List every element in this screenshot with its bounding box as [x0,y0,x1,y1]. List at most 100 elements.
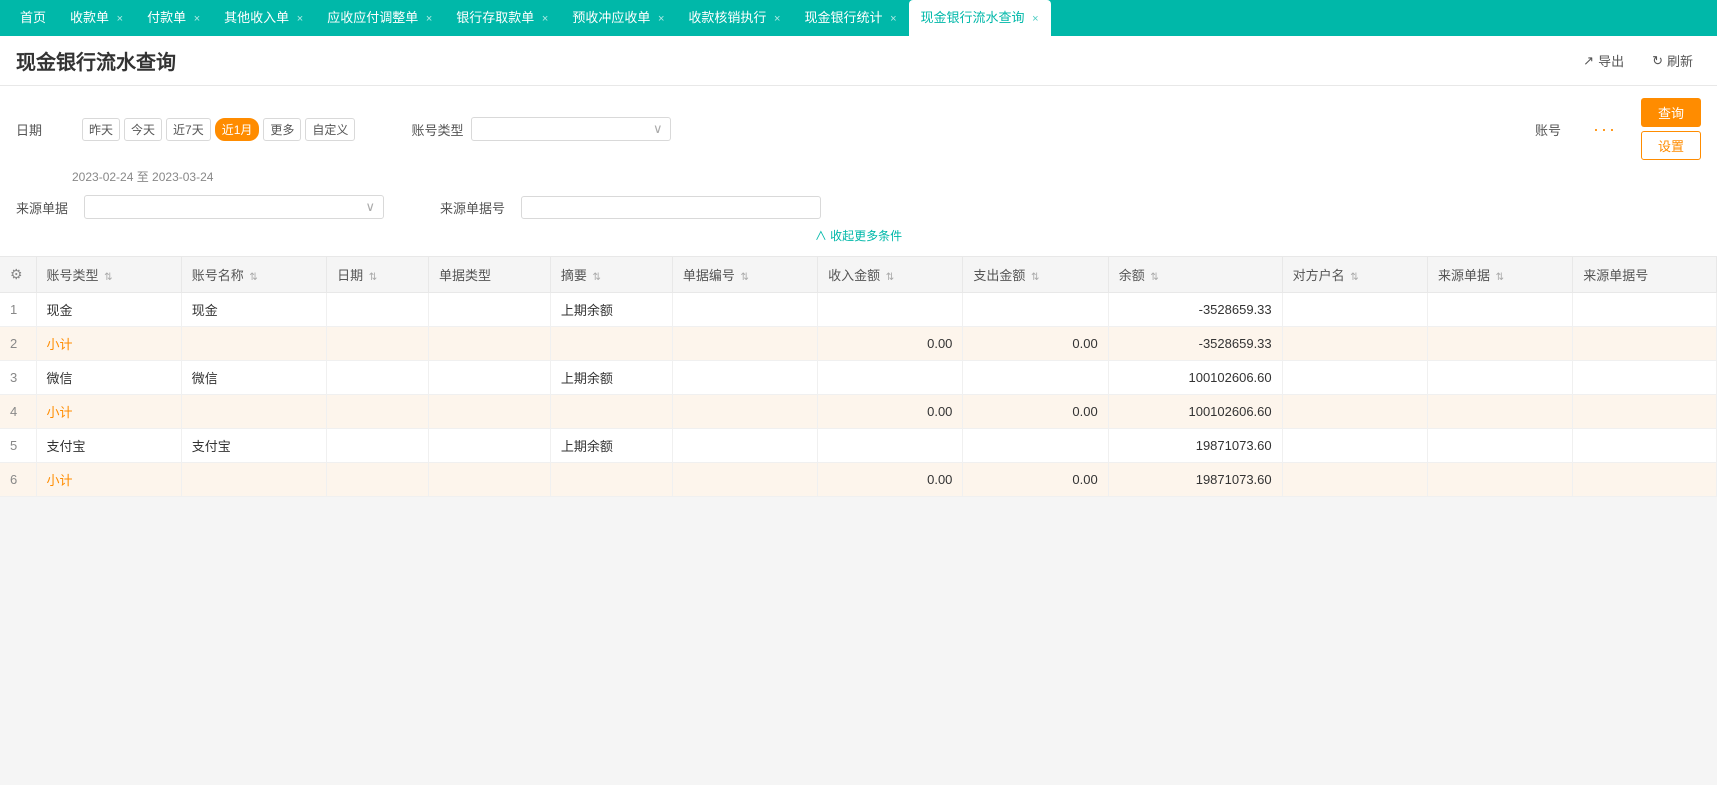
cell-income: 0.00 [818,463,963,497]
cell-doc-type [428,395,550,429]
close-icon[interactable]: × [774,13,780,25]
cell-date [327,327,429,361]
th-source-doc[interactable]: 来源单据 ⇅ [1427,257,1572,293]
nav-payment[interactable]: 付款单 × [135,0,212,36]
cell-balance: 19871073.60 [1108,463,1282,497]
chevron-down-icon: ∨ [653,121,663,137]
source-doc-no-input[interactable] [521,196,821,219]
nav-cash-bank-stats[interactable]: 现金银行统计 × [792,0,908,36]
cell-income [818,361,963,395]
cell-income: 0.00 [818,395,963,429]
close-icon[interactable]: × [194,13,200,25]
cell-account-type: 支付宝 [36,429,181,463]
th-gear[interactable]: ⚙ [0,257,36,293]
cell-source-doc [1427,327,1572,361]
source-doc-no-label: 来源单据号 [440,198,505,217]
cell-source-doc [1427,395,1572,429]
cell-date [327,463,429,497]
gear-icon[interactable]: ⚙ [10,266,23,282]
source-doc-label: 来源单据 [16,198,68,217]
close-icon[interactable]: × [890,13,896,25]
nav-receipt[interactable]: 收款单 × [58,0,135,36]
cell-row-num: 2 [0,327,36,361]
nav-bank-deposit[interactable]: 银行存取款单 × [444,0,560,36]
cell-doc-no [672,429,817,463]
account-more-btn[interactable]: ··· [1593,119,1617,140]
refresh-button[interactable]: ↻ 刷新 [1644,47,1701,74]
table-row[interactable]: 3微信微信上期余额100102606.60 [0,361,1717,395]
collapse-bar: ∧ 收起更多条件 [16,227,1701,244]
data-table-container: ⚙ 账号类型 ⇅ 账号名称 ⇅ 日期 ⇅ 单据类型 摘要 ⇅ 单据编号 ⇅ 收入… [0,257,1717,497]
close-icon[interactable]: × [117,13,123,25]
th-balance[interactable]: 余额 ⇅ [1108,257,1282,293]
cell-balance: 19871073.60 [1108,429,1282,463]
th-income[interactable]: 收入金额 ⇅ [818,257,963,293]
close-icon[interactable]: × [297,13,303,25]
th-account-type[interactable]: 账号类型 ⇅ [36,257,181,293]
th-counterpart[interactable]: 对方户名 ⇅ [1282,257,1427,293]
cell-source-doc [1427,293,1572,327]
cell-counterpart [1282,293,1427,327]
date-btn-today[interactable]: 今天 [124,118,162,141]
cell-counterpart [1282,361,1427,395]
query-button[interactable]: 查询 [1641,98,1701,127]
date-btn-yesterday[interactable]: 昨天 [82,118,120,141]
nav-adjustment[interactable]: 应收应付调整单 × [315,0,444,36]
cell-expense: 0.00 [963,327,1108,361]
export-icon: ↗ [1583,53,1594,69]
table-header-row: ⚙ 账号类型 ⇅ 账号名称 ⇅ 日期 ⇅ 单据类型 摘要 ⇅ 单据编号 ⇅ 收入… [0,257,1717,293]
settings-button[interactable]: 设置 [1641,131,1701,160]
page-title: 现金银行流水查询 [16,46,176,75]
th-account-name[interactable]: 账号名称 ⇅ [181,257,326,293]
close-icon[interactable]: × [426,13,432,25]
close-icon[interactable]: × [658,13,664,25]
table-row[interactable]: 6小计0.000.0019871073.60 [0,463,1717,497]
cell-account-type: 微信 [36,361,181,395]
nav-cash-bank-flow[interactable]: 现金银行流水查询 × [909,0,1051,36]
table-row[interactable]: 5支付宝支付宝上期余额19871073.60 [0,429,1717,463]
th-expense[interactable]: 支出金额 ⇅ [963,257,1108,293]
th-doc-type[interactable]: 单据类型 [428,257,550,293]
chevron-down-icon-2: ∨ [366,199,376,215]
cell-income [818,293,963,327]
table-row[interactable]: 4小计0.000.00100102606.60 [0,395,1717,429]
cell-income [818,429,963,463]
date-btn-custom[interactable]: 自定义 [305,118,355,141]
cell-source-doc-no [1573,293,1717,327]
th-date[interactable]: 日期 ⇅ [327,257,429,293]
cell-row-num: 3 [0,361,36,395]
cell-date [327,293,429,327]
close-icon[interactable]: × [542,13,548,25]
nav-collection-exec[interactable]: 收款核销执行 × [676,0,792,36]
cell-balance: 100102606.60 [1108,361,1282,395]
th-summary[interactable]: 摘要 ⇅ [550,257,672,293]
nav-advance-offset[interactable]: 预收冲应收单 × [560,0,676,36]
close-icon[interactable]: × [1032,13,1038,25]
cell-doc-no [672,327,817,361]
cell-summary [550,463,672,497]
source-doc-select[interactable]: ∨ [84,195,384,219]
cell-counterpart [1282,327,1427,361]
sort-icon: ⇅ [369,272,377,283]
account-type-select[interactable]: ∨ [471,117,671,141]
nav-other-income[interactable]: 其他收入单 × [212,0,315,36]
account-label: 账号 [1535,120,1585,139]
sort-icon: ⇅ [1350,272,1358,283]
cell-expense [963,361,1108,395]
cell-source-doc-no [1573,361,1717,395]
date-btn-7days[interactable]: 近7天 [166,118,211,141]
cell-date [327,429,429,463]
date-btn-1month[interactable]: 近1月 [215,118,260,141]
cell-account-type: 小计 [36,395,181,429]
cell-account-name: 微信 [181,361,326,395]
date-btn-more[interactable]: 更多 [263,118,301,141]
table-row[interactable]: 2小计0.000.00-3528659.33 [0,327,1717,361]
th-source-doc-no[interactable]: 来源单据号 [1573,257,1717,293]
table-row[interactable]: 1现金现金上期余额-3528659.33 [0,293,1717,327]
th-doc-no[interactable]: 单据编号 ⇅ [672,257,817,293]
collapse-button[interactable]: ∧ 收起更多条件 [815,227,902,244]
export-button[interactable]: ↗ 导出 [1575,47,1632,74]
cell-source-doc-no [1573,395,1717,429]
nav-home[interactable]: 首页 [8,0,58,36]
cell-source-doc-no [1573,463,1717,497]
